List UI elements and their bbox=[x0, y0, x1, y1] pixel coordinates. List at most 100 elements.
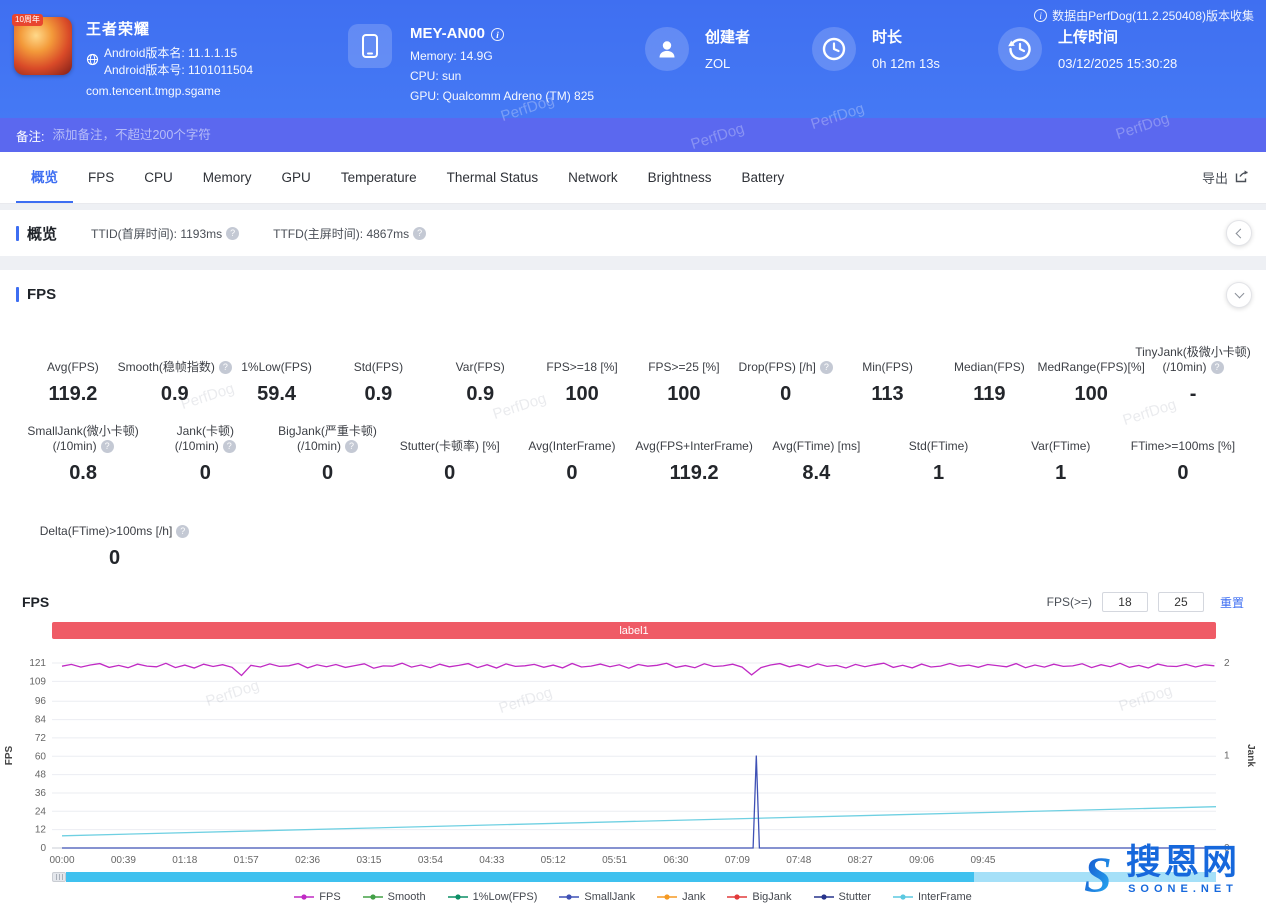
tab-概览[interactable]: 概览 bbox=[16, 152, 73, 203]
phone-icon bbox=[348, 24, 392, 68]
chart-label-banner: label1 bbox=[52, 622, 1216, 639]
legend-marker-icon bbox=[657, 894, 678, 900]
metric-value: 100 bbox=[1074, 383, 1108, 405]
tab-bar: 概览 FPS CPU Memory GPU Temperature Thermal Stat… bbox=[0, 152, 1266, 204]
metric-Var(FPS): Var(FPS) 0.9 bbox=[429, 345, 531, 406]
scrollbar-grip[interactable] bbox=[52, 872, 66, 882]
metric-value: 119 bbox=[973, 383, 1006, 405]
legend-item-Jank[interactable]: Jank bbox=[657, 891, 705, 903]
reset-link[interactable]: 重置 bbox=[1220, 594, 1244, 611]
metric-value: 0 bbox=[199, 462, 211, 484]
svg-text:02:36: 02:36 bbox=[295, 855, 320, 866]
info-icon: i bbox=[1034, 9, 1048, 22]
metric-FPS>=25 [%]: FPS>=25 [%] 100 bbox=[633, 345, 735, 406]
fps-chart[interactable]: 01224364860728496109121012FPS Jank00:00 00… bbox=[0, 639, 1266, 869]
fps-threshold-high-input[interactable] bbox=[1157, 592, 1204, 612]
svg-text:05:51: 05:51 bbox=[602, 855, 627, 866]
svg-text:09:06: 09:06 bbox=[909, 855, 934, 866]
tab-Temperature[interactable]: Temperature bbox=[326, 152, 432, 203]
legend-marker-icon bbox=[447, 894, 468, 900]
device-info-icon[interactable]: i bbox=[491, 27, 505, 41]
device-info: MEY-AN00 i Memory: 14.9G CPU: sun GPU: Qu… bbox=[348, 24, 594, 106]
scrollbar-range[interactable] bbox=[66, 872, 974, 882]
metric-value: 0 bbox=[1177, 462, 1189, 484]
upload-time-icon bbox=[998, 26, 1042, 71]
help-icon[interactable]: ? bbox=[176, 525, 190, 538]
help-icon[interactable]: ? bbox=[1210, 361, 1224, 374]
section-accent-bar bbox=[16, 287, 19, 302]
metric-MedRange(FPS)[%]: MedRange(FPS)[%] 100 bbox=[1037, 360, 1145, 405]
metric-Delta(FTime)>100ms [/h]: Delta(FTime)>100ms [/h]? 0 bbox=[22, 509, 207, 570]
duration-block: 时长 0h 12m 13s bbox=[812, 26, 940, 71]
fps-collapse-button[interactable] bbox=[1226, 282, 1252, 308]
svg-text:01:18: 01:18 bbox=[172, 855, 197, 866]
legend-item-FPS[interactable]: FPS bbox=[294, 891, 341, 903]
soone-logo: S 搜恩网 SOONE.NET bbox=[1082, 844, 1240, 905]
svg-text:1: 1 bbox=[1224, 751, 1230, 762]
metric-value: 0 bbox=[321, 462, 334, 484]
metric-value: 100 bbox=[667, 383, 701, 405]
fps-threshold-low-input[interactable] bbox=[1101, 592, 1148, 612]
game-icon: 10周年 bbox=[12, 14, 72, 75]
svg-text:12: 12 bbox=[35, 825, 47, 836]
soone-en-text: SOONE.NET bbox=[1128, 882, 1238, 895]
legend-item-Smooth[interactable]: Smooth bbox=[362, 891, 426, 903]
fps-metrics-row-2: SmallJank(微小卡顿) (/10min)? 0.8 Jank(卡顿) (/10m… bbox=[0, 424, 1266, 485]
help-icon[interactable]: ? bbox=[819, 361, 833, 374]
metric-value: 119.2 bbox=[48, 383, 98, 405]
upload-time-block: 上传时间 03/12/2025 15:30:28 bbox=[998, 26, 1177, 71]
tab-bar-items: 概览 FPS CPU Memory GPU Temperature Thermal Stat… bbox=[16, 152, 799, 203]
svg-text:Jank: Jank bbox=[1245, 744, 1256, 767]
fps-section-title: FPS bbox=[27, 286, 57, 303]
ttid-help-icon[interactable]: ? bbox=[226, 226, 240, 240]
metric-Median(FPS): Median(FPS) 119 bbox=[938, 345, 1040, 406]
overview-title: 概览 bbox=[27, 225, 58, 243]
remark-bar: 备注: bbox=[0, 118, 1266, 152]
tab-Brightness[interactable]: Brightness bbox=[633, 152, 727, 203]
legend-item-1%Low(FPS)[interactable]: 1%Low(FPS) bbox=[447, 891, 537, 903]
metric-SmallJank(微小卡顿): SmallJank(微小卡顿) (/10min)? 0.8 bbox=[22, 424, 144, 485]
svg-text:FPS: FPS bbox=[4, 745, 15, 765]
svg-text:121: 121 bbox=[29, 658, 46, 669]
svg-text:03:54: 03:54 bbox=[418, 855, 443, 866]
metric-value: 0 bbox=[780, 383, 792, 405]
legend-item-BigJank[interactable]: BigJank bbox=[727, 891, 792, 903]
help-icon[interactable]: ? bbox=[345, 440, 359, 453]
metric-Drop(FPS) [/h]: Drop(FPS) [/h]? 0 bbox=[735, 345, 837, 406]
legend-item-SmallJank[interactable]: SmallJank bbox=[559, 891, 635, 903]
remark-input[interactable] bbox=[52, 128, 693, 142]
export-icon bbox=[1234, 168, 1250, 187]
clock-icon bbox=[812, 26, 856, 71]
metric-1%Low(FPS): 1%Low(FPS) 59.4 bbox=[226, 345, 328, 406]
svg-text:00:39: 00:39 bbox=[111, 855, 136, 866]
svg-text:08:27: 08:27 bbox=[848, 855, 873, 866]
legend-marker-icon bbox=[559, 894, 580, 900]
export-button[interactable]: 导出 bbox=[1202, 152, 1250, 203]
metric-value: 0.9 bbox=[160, 383, 189, 405]
tab-Battery[interactable]: Battery bbox=[726, 152, 799, 203]
tab-Network[interactable]: Network bbox=[553, 152, 633, 203]
ttfd-metric: TTFD(主屏时间): 4867ms? bbox=[273, 225, 427, 242]
tab-Thermal Status[interactable]: Thermal Status bbox=[432, 152, 554, 203]
chart-scrollbar[interactable] bbox=[52, 872, 1216, 882]
chart-title: FPS bbox=[22, 594, 50, 610]
legend-item-InterFrame[interactable]: InterFrame bbox=[892, 891, 972, 903]
game-title: 王者荣耀 bbox=[86, 21, 151, 38]
svg-text:84: 84 bbox=[35, 715, 47, 726]
metric-value: 8.4 bbox=[802, 462, 831, 484]
help-icon[interactable]: ? bbox=[222, 440, 236, 453]
tab-Memory[interactable]: Memory bbox=[188, 152, 267, 203]
svg-text:07:09: 07:09 bbox=[725, 855, 750, 866]
metric-value: 0.8 bbox=[69, 462, 97, 484]
soone-s-icon: S bbox=[1084, 846, 1112, 902]
metric-Std(FPS): Std(FPS) 0.9 bbox=[327, 345, 429, 406]
overview-section: 概览 TTID(首屏时间): 1193ms? TTFD(主屏时间): 4867m… bbox=[0, 210, 1266, 256]
ttfd-help-icon[interactable]: ? bbox=[413, 226, 427, 240]
tab-FPS[interactable]: FPS bbox=[73, 152, 129, 203]
tab-GPU[interactable]: GPU bbox=[267, 152, 326, 203]
legend-item-Stutter[interactable]: Stutter bbox=[813, 891, 871, 903]
help-icon[interactable]: ? bbox=[100, 440, 114, 453]
creator-label: 创建者 bbox=[705, 29, 751, 46]
tab-CPU[interactable]: CPU bbox=[129, 152, 188, 203]
overview-collapse-button[interactable] bbox=[1226, 220, 1252, 246]
